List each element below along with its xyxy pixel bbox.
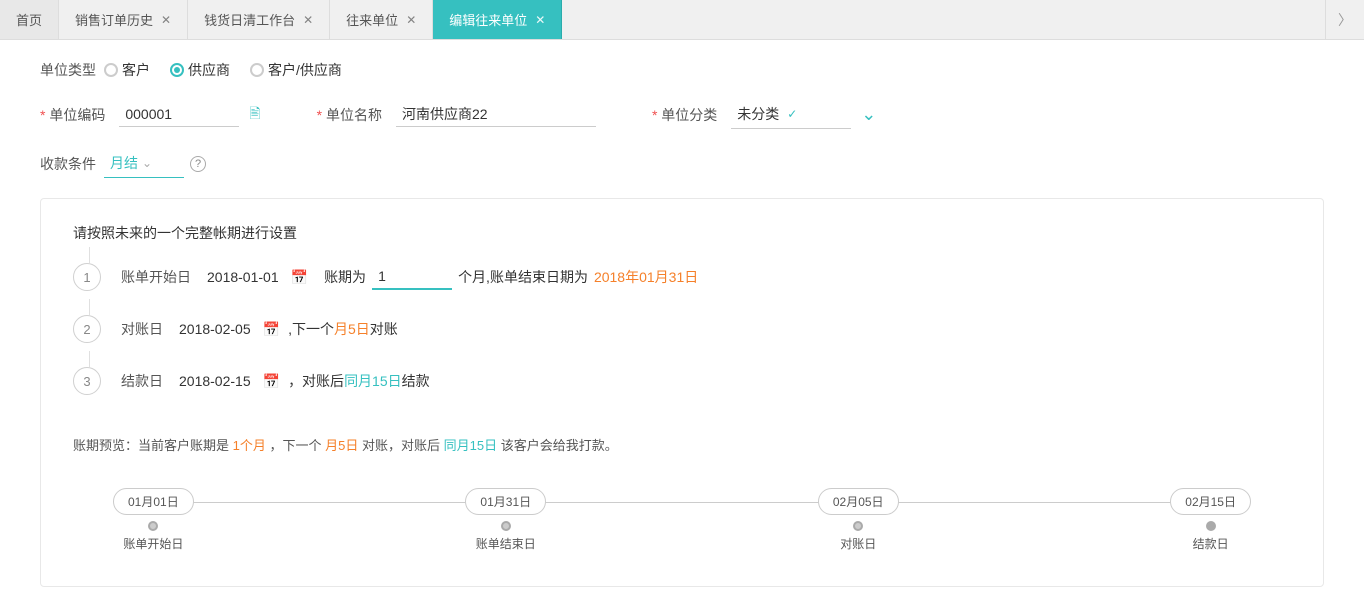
step-label-1: 账单开始日 xyxy=(121,267,191,287)
unit-type-row: 单位类型 客户 供应商 客户/供应商 xyxy=(40,60,1324,80)
step2-highlight: 月5日 xyxy=(334,319,370,339)
timeline-dot-1 xyxy=(501,521,511,531)
preview-prefix: 账期预览：当前客户账期是 xyxy=(73,438,229,453)
step-label-2: 对账日 xyxy=(121,319,163,339)
timeline-bubble-0: 01月01日 xyxy=(113,488,194,515)
timeline-bubble-1: 01月31日 xyxy=(465,488,546,515)
close-tab-edit-partner[interactable]: ✕ xyxy=(535,13,545,27)
unit-name-input[interactable] xyxy=(396,102,596,127)
radio-customer[interactable]: 客户 xyxy=(104,60,150,80)
payment-terms-value: 月结 xyxy=(110,153,138,173)
unit-code-input[interactable] xyxy=(119,102,239,127)
timeline-node-3: 02月15日 结款日 xyxy=(1170,488,1251,552)
step-date-3: 2018-02-15 xyxy=(179,373,251,389)
preview-text: 账期预览：当前客户账期是 1个月 ，下一个 月5日 对账，对账后 同月15日 该… xyxy=(73,435,1291,454)
step-num-3: 3 xyxy=(73,367,101,395)
preview-mid2: 对账，对账后 xyxy=(362,438,440,453)
timeline-label-0: 账单开始日 xyxy=(123,535,183,552)
close-tab-sales-history[interactable]: ✕ xyxy=(161,13,171,27)
step3-highlight: 同月15日 xyxy=(344,371,402,391)
payment-terms-label: 收款条件 xyxy=(40,154,96,174)
timeline-node-1: 01月31日 账单结束日 xyxy=(465,488,546,552)
timeline-node-2: 02月05日 对账日 xyxy=(818,488,899,552)
tab-partners[interactable]: 往来单位 ✕ xyxy=(330,0,433,39)
section-title: 请按照未来的一个完整帐期进行设置 xyxy=(73,223,1291,243)
payment-terms-select[interactable]: 月结 ⌄ xyxy=(104,149,184,178)
step-date-1: 2018-01-01 xyxy=(207,269,279,285)
payment-terms-row: 收款条件 月结 ⌄ ? xyxy=(40,149,1324,178)
category-dropdown-icon: ✓ xyxy=(787,107,797,121)
calendar-icon-2[interactable]: 📅 xyxy=(263,321,280,338)
timeline-dot-0 xyxy=(148,521,158,531)
close-tab-partners[interactable]: ✕ xyxy=(406,13,416,27)
period-end-date: 2018年01月31日 xyxy=(594,267,698,287)
step2-desc-prefix: ,下一个 xyxy=(288,319,334,339)
period-input[interactable] xyxy=(372,264,452,290)
step3-desc-prefix: ，对账后 xyxy=(288,371,344,391)
preview-highlight1: 1个月 xyxy=(233,438,266,453)
timeline-bubble-2: 02月05日 xyxy=(818,488,899,515)
timeline-bubble-3: 02月15日 xyxy=(1170,488,1251,515)
step2-desc-suffix: 对账 xyxy=(370,319,398,339)
step-label-3: 结款日 xyxy=(121,371,163,391)
tab-cash-reconciliation[interactable]: 钱货日清工作台 ✕ xyxy=(188,0,330,39)
unit-category-label: 单位分类 xyxy=(652,105,717,125)
radio-supplier[interactable]: 供应商 xyxy=(170,60,230,80)
document-icon[interactable]: 🖹 xyxy=(249,103,260,127)
step3-desc-suffix: 结款 xyxy=(402,371,430,391)
main-content: 单位类型 客户 供应商 客户/供应商 单位编码 🖹 单位名称 xyxy=(0,40,1364,608)
unit-code-label: 单位编码 xyxy=(40,105,105,125)
preview-highlight3: 同月15日 xyxy=(444,438,497,453)
tab-edit-partner[interactable]: 编辑往来单位 ✕ xyxy=(433,0,562,39)
timeline-nodes: 01月01日 账单开始日 01月31日 账单结束日 02月05日 对账日 xyxy=(113,488,1251,552)
period-label: 账期为 xyxy=(324,267,366,287)
step-row-1: 1 账单开始日 2018-01-01 📅 账期为 个月,账单结束日期为 2018… xyxy=(73,263,1291,291)
radio-circle-customer-supplier xyxy=(250,63,264,77)
radio-circle-supplier xyxy=(170,63,184,77)
timeline: 01月01日 账单开始日 01月31日 账单结束日 02月05日 对账日 xyxy=(73,478,1291,562)
period-unit-text: 个月,账单结束日期为 xyxy=(458,267,588,287)
preview-suffix: 该客户会给我打款。 xyxy=(501,438,618,453)
timeline-label-3: 结款日 xyxy=(1193,535,1229,552)
payment-terms-dropdown-icon: ⌄ xyxy=(142,156,152,170)
step-num-2: 2 xyxy=(73,315,101,343)
calendar-icon-1[interactable]: 📅 xyxy=(291,269,308,286)
unit-category-value: 未分类 xyxy=(737,104,779,124)
billing-cycle-section: 请按照未来的一个完整帐期进行设置 1 账单开始日 2018-01-01 📅 账期… xyxy=(40,198,1324,587)
main-fields-row: 单位编码 🖹 单位名称 单位分类 未分类 ✓ ⌄ xyxy=(40,100,1324,129)
timeline-dot-2 xyxy=(853,521,863,531)
preview-highlight2: 月5日 xyxy=(325,438,358,453)
radio-circle-customer xyxy=(104,63,118,77)
unit-name-label: 单位名称 xyxy=(317,105,382,125)
preview-section: 账期预览：当前客户账期是 1个月 ，下一个 月5日 对账，对账后 同月15日 该… xyxy=(73,419,1291,562)
unit-category-group: 单位分类 未分类 ✓ ⌄ xyxy=(652,100,876,129)
category-chevron-icon: ⌄ xyxy=(861,104,876,125)
preview-mid1: ，下一个 xyxy=(270,438,322,453)
tab-sales-history[interactable]: 销售订单历史 ✕ xyxy=(59,0,188,39)
unit-type-radio-group: 客户 供应商 客户/供应商 xyxy=(104,60,342,80)
unit-code-group: 单位编码 🖹 xyxy=(40,102,261,127)
tab-bar: 首页 销售订单历史 ✕ 钱货日清工作台 ✕ 往来单位 ✕ 编辑往来单位 ✕ 〉 xyxy=(0,0,1364,40)
step-num-1: 1 xyxy=(73,263,101,291)
timeline-label-1: 账单结束日 xyxy=(476,535,536,552)
timeline-node-0: 01月01日 账单开始日 xyxy=(113,488,194,552)
unit-type-label: 单位类型 xyxy=(40,60,96,80)
tab-home[interactable]: 首页 xyxy=(0,0,59,39)
unit-name-group: 单位名称 xyxy=(317,102,596,127)
step-row-3: 3 结款日 2018-02-15 📅 ，对账后 同月15日 结款 xyxy=(73,367,1291,395)
step-date-2: 2018-02-05 xyxy=(179,321,251,337)
help-icon[interactable]: ? xyxy=(190,156,206,172)
calendar-icon-3[interactable]: 📅 xyxy=(263,373,280,390)
unit-category-select[interactable]: 未分类 ✓ xyxy=(731,100,851,129)
timeline-dot-3 xyxy=(1206,521,1216,531)
step-row-2: 2 对账日 2018-02-05 📅 ,下一个 月5日 对账 xyxy=(73,315,1291,343)
radio-customer-supplier[interactable]: 客户/供应商 xyxy=(250,60,342,80)
close-tab-cash-reconciliation[interactable]: ✕ xyxy=(303,13,313,27)
tab-expand-button[interactable]: 〉 xyxy=(1325,0,1364,39)
timeline-label-2: 对账日 xyxy=(840,535,876,552)
